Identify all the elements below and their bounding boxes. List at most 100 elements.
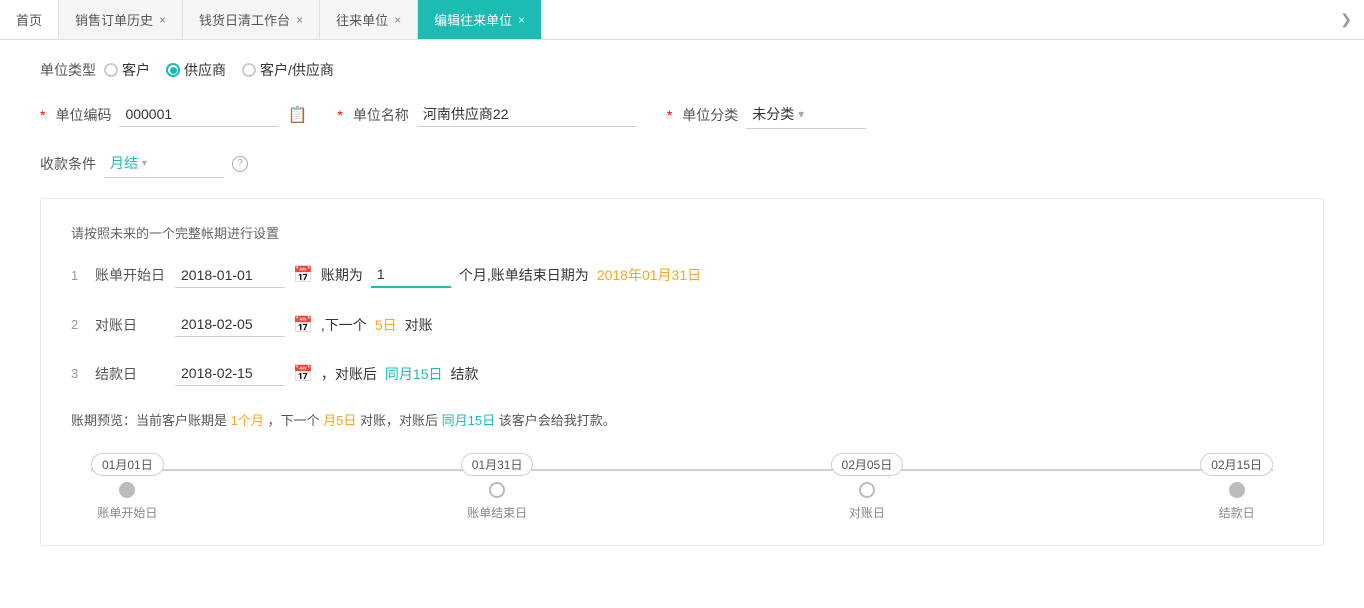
arrow-right-icon: ❯ [1340, 11, 1352, 28]
reconcile-date-cal-icon[interactable]: 📅 [293, 315, 313, 335]
unit-category-label: 单位分类 [682, 105, 738, 125]
timeline-node-0: 01月01日 账单开始日 [91, 453, 164, 521]
setting-row-3: 3 结款日 📅 ，对账后 同月15日 结款 [71, 361, 1293, 386]
timeline-badge-3: 02月15日 [1200, 453, 1273, 476]
settings-panel: 请按照未来的一个完整帐期进行设置 1 账单开始日 📅 账期为 个月,账单结束日期… [40, 198, 1324, 546]
unit-name-input[interactable] [417, 102, 637, 127]
radio-group: 客户 供应商 客户/供应商 [104, 60, 334, 80]
timeline-badge-0: 01月01日 [91, 453, 164, 476]
payment-terms-chevron: ▾ [142, 158, 147, 169]
row-num-2: 2 [71, 317, 95, 332]
tab-cash-work-close[interactable]: × [296, 13, 303, 27]
payment-date-cal-icon[interactable]: 📅 [293, 364, 313, 384]
row-label-3: 结款日 [95, 364, 175, 384]
radio-customer-label: 客户 [122, 60, 150, 80]
timeline-badge-1: 01月31日 [461, 453, 534, 476]
tab-partner-close[interactable]: × [394, 13, 401, 27]
radio-supplier-label: 供应商 [184, 60, 226, 80]
reconcile-prefix: ,下一个 [321, 315, 367, 335]
timeline-label-2: 对账日 [849, 504, 885, 521]
timeline-dot-3 [1229, 482, 1245, 498]
payment-terms-value: 月结 [110, 153, 138, 173]
tab-edit-partner-close[interactable]: × [518, 13, 525, 27]
timeline-label-3: 结款日 [1219, 504, 1255, 521]
setting-row-1: 1 账单开始日 📅 账期为 个月,账单结束日期为 2018年01月31日 [71, 262, 1293, 288]
unit-code-input[interactable] [119, 102, 279, 127]
preview-highlight2: 月5日 [323, 413, 356, 428]
payment-terms-row: 收款条件 月结 ▾ ? [40, 149, 1324, 178]
timeline-nodes: 01月01日 账单开始日 01月31日 账单结束日 02月05日 对账日 [91, 453, 1273, 521]
timeline-node-2: 02月05日 对账日 [831, 453, 904, 521]
setting-row-2: 2 对账日 📅 ,下一个 5日 对账 [71, 312, 1293, 337]
payment-suffix: 结款 [451, 364, 479, 384]
tab-home[interactable]: 首页 [0, 0, 59, 39]
tab-sales-order-close[interactable]: × [159, 13, 166, 27]
radio-customer[interactable]: 客户 [104, 60, 150, 80]
radio-supplier[interactable]: 供应商 [166, 60, 226, 80]
tab-edit-partner[interactable]: 编辑往来单位 × [418, 0, 542, 39]
unit-code-group: * 单位编码 📋 [40, 102, 307, 127]
radio-both-circle [242, 63, 256, 77]
unit-type-label: 单位类型 [40, 60, 96, 80]
reconcile-highlight: 5日 [375, 315, 397, 335]
panel-hint: 请按照未来的一个完整帐期进行设置 [71, 223, 1293, 242]
timeline-dot-0 [119, 482, 135, 498]
period-prefix: 账期为 [321, 265, 363, 285]
period-end-date: 2018年01月31日 [597, 265, 701, 285]
payment-terms-select[interactable]: 月结 ▾ [104, 149, 224, 178]
preview-text-mid1: ，下一个 [268, 413, 320, 428]
radio-both-label: 客户/供应商 [260, 60, 334, 80]
tab-edit-partner-label: 编辑往来单位 [434, 10, 512, 29]
tab-more-arrow[interactable]: ❯ [1328, 0, 1364, 39]
preview-text-before: 账期预览：当前客户账期是 [71, 413, 227, 428]
row-label-2: 对账日 [95, 315, 175, 335]
period-input[interactable] [371, 262, 451, 288]
payment-date-input[interactable] [175, 361, 285, 386]
preview-text-mid2: 对账，对账后 [360, 413, 438, 428]
row-num-3: 3 [71, 366, 95, 381]
payment-terms-group: 收款条件 月结 ▾ ? [40, 149, 248, 178]
timeline-label-1: 账单结束日 [467, 504, 527, 521]
start-date-input[interactable] [175, 263, 285, 288]
reconcile-date-input[interactable] [175, 312, 285, 337]
unit-code-label: 单位编码 [55, 105, 111, 125]
radio-supplier-circle [166, 63, 180, 77]
payment-prefix: ，对账后 [321, 364, 377, 384]
timeline: 01月01日 账单开始日 01月31日 账单结束日 02月05日 对账日 [71, 453, 1293, 521]
timeline-node-1: 01月31日 账单结束日 [461, 453, 534, 521]
unit-category-star: * [667, 107, 672, 123]
unit-category-chevron: ▾ [798, 107, 804, 121]
row-label-1: 账单开始日 [95, 265, 175, 285]
unit-name-label: 单位名称 [353, 105, 409, 125]
tab-sales-order-label: 销售订单历史 [75, 10, 153, 29]
tab-sales-order[interactable]: 销售订单历史 × [59, 0, 183, 39]
timeline-node-3: 02月15日 结款日 [1200, 453, 1273, 521]
payment-terms-label: 收款条件 [40, 154, 96, 174]
unit-type-group: 单位类型 客户 供应商 客户/供应商 [40, 60, 334, 80]
start-date-cal-icon[interactable]: 📅 [293, 265, 313, 285]
code-name-category-row: * 单位编码 📋 * 单位名称 * 单位分类 未分类 ▾ [40, 100, 1324, 129]
row-value-1: 📅 账期为 个月,账单结束日期为 2018年01月31日 [175, 262, 1293, 288]
unit-category-value: 未分类 [752, 104, 794, 124]
tab-cash-work[interactable]: 钱货日清工作台 × [183, 0, 320, 39]
tab-home-label: 首页 [16, 10, 42, 29]
timeline-dot-2 [859, 482, 875, 498]
preview-text-after: 该客户会给我打款。 [499, 413, 616, 428]
unit-code-icon[interactable]: 📋 [287, 105, 307, 125]
timeline-dot-1 [489, 482, 505, 498]
row-value-3: 📅 ，对账后 同月15日 结款 [175, 361, 1293, 386]
unit-category-select[interactable]: 未分类 ▾ [746, 100, 866, 129]
timeline-label-0: 账单开始日 [97, 504, 157, 521]
tab-cash-work-label: 钱货日清工作台 [199, 10, 290, 29]
payment-highlight: 同月15日 [385, 364, 443, 384]
period-suffix: 个月,账单结束日期为 [459, 265, 589, 285]
help-icon[interactable]: ? [232, 156, 248, 172]
reconcile-suffix: 对账 [405, 315, 433, 335]
radio-both[interactable]: 客户/供应商 [242, 60, 334, 80]
tab-partner-label: 往来单位 [336, 10, 388, 29]
tab-bar: 首页 销售订单历史 × 钱货日清工作台 × 往来单位 × 编辑往来单位 × ❯ [0, 0, 1364, 40]
preview-highlight1: 1个月 [231, 413, 264, 428]
unit-name-star: * [337, 107, 342, 123]
tab-partner[interactable]: 往来单位 × [320, 0, 418, 39]
unit-category-group: * 单位分类 未分类 ▾ [667, 100, 866, 129]
